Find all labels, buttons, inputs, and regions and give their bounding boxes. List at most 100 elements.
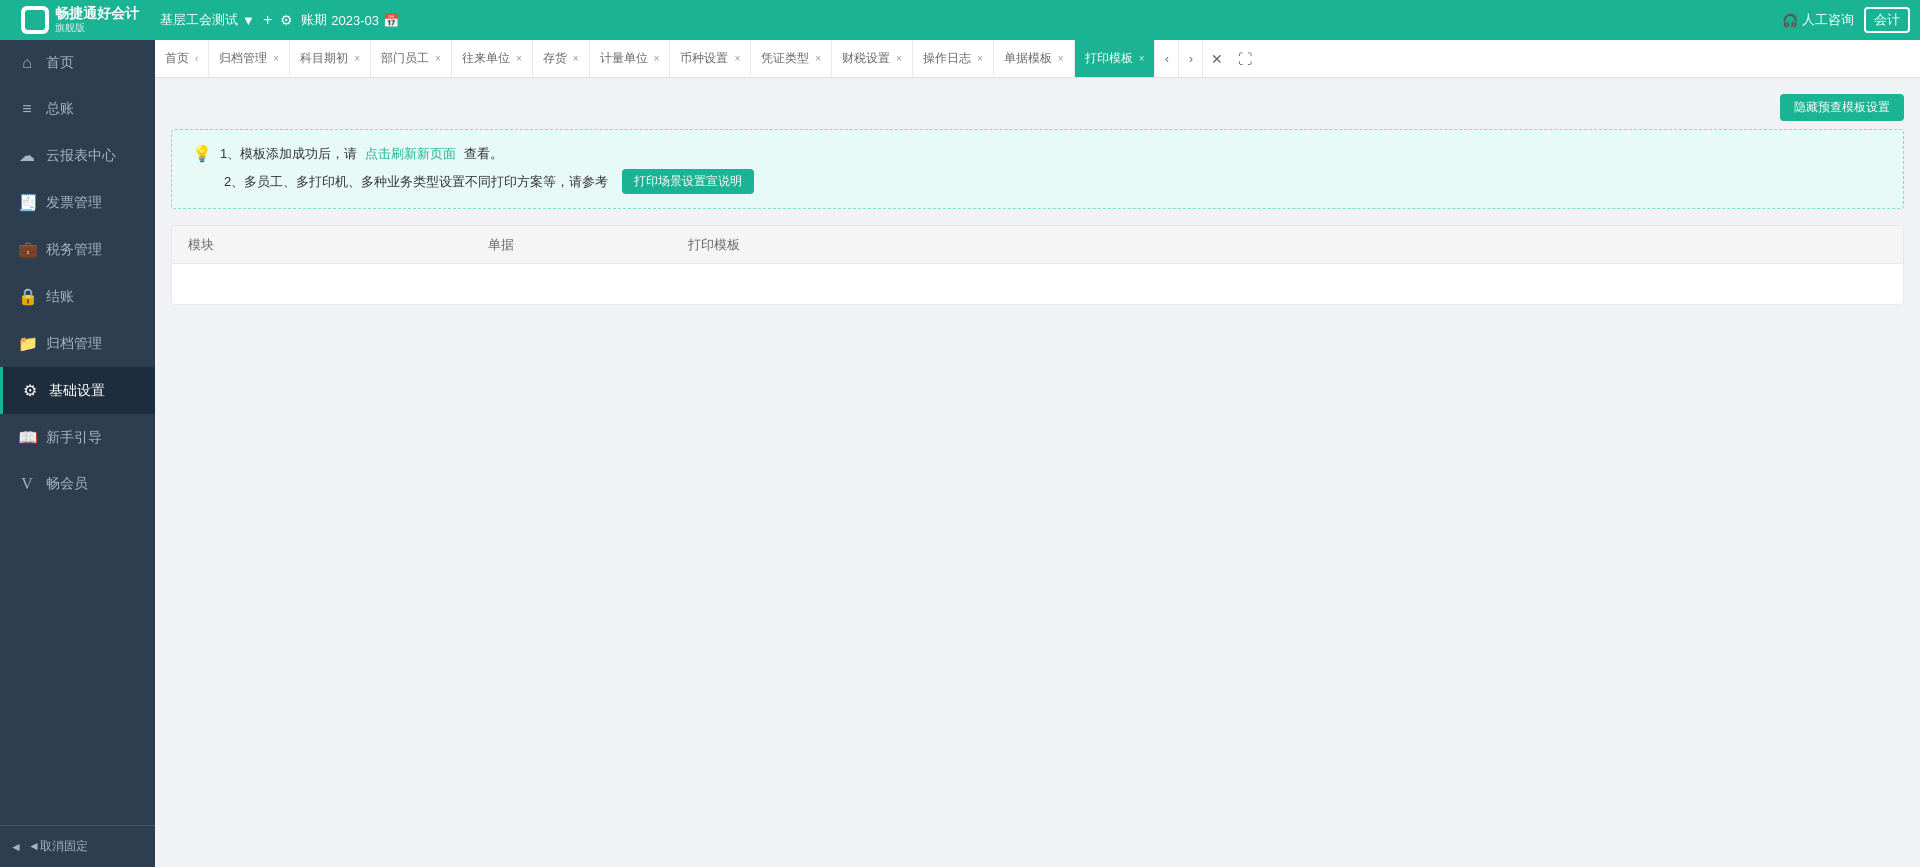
tab-archive-label: 归档管理 — [219, 50, 267, 67]
tab-tax-settings-label: 财税设置 — [842, 50, 890, 67]
archive-icon: 📁 — [18, 334, 36, 353]
sidebar-item-guide[interactable]: 📖 新手引导 — [0, 414, 155, 461]
tab-home[interactable]: 首页 ‹ — [155, 40, 209, 77]
tab-vendor[interactable]: 往来单位 × — [452, 40, 533, 77]
tab-print-template-label: 打印模板 — [1085, 50, 1133, 67]
th-module: 模块 — [172, 236, 472, 254]
sidebar-item-label: 结账 — [46, 288, 74, 306]
settings-icon[interactable]: ⚙ — [280, 12, 293, 28]
sidebar-item-label: 发票管理 — [46, 194, 102, 212]
invoice-icon: 🧾 — [18, 193, 36, 212]
content-area: 首页 ‹ 归档管理 × 科目期初 × 部门员工 × 往来单位 × 存货 × — [155, 40, 1920, 867]
tab-close-all-btn[interactable]: ✕ — [1203, 40, 1231, 77]
add-tab-btn[interactable]: + — [263, 11, 272, 29]
tab-department-label: 部门员工 — [381, 50, 429, 67]
account-button[interactable]: 会计 — [1864, 7, 1910, 33]
tab-currency[interactable]: 币种设置 × — [670, 40, 751, 77]
top-bar-center: 基层工会测试 ▼ + ⚙ 账期 2023-03 📅 — [150, 11, 1782, 29]
tab-archive[interactable]: 归档管理 × — [209, 40, 290, 77]
sidebar-item-home[interactable]: ⌂ 首页 — [0, 40, 155, 86]
th-print-template: 打印模板 — [672, 236, 1903, 254]
data-table: 模块 单据 打印模板 — [171, 225, 1904, 305]
settings-icon: ⚙ — [21, 381, 39, 400]
tab-subject-close[interactable]: × — [354, 53, 360, 64]
period-info: 账期 2023-03 📅 — [301, 11, 399, 29]
app-title: 畅捷通好会计 — [55, 5, 139, 22]
tab-voucher-close[interactable]: × — [815, 53, 821, 64]
sidebar-item-closing[interactable]: 🔒 结账 — [0, 273, 155, 320]
tab-voucher-type-label: 凭证类型 — [761, 50, 809, 67]
sidebar-item-tax[interactable]: 💼 税务管理 — [0, 226, 155, 273]
logo-area: 畅捷通好会计 旗舰版 — [10, 5, 150, 36]
sidebar-item-report[interactable]: ☁ 云报表中心 — [0, 132, 155, 179]
sidebar-item-label: 总账 — [46, 100, 74, 118]
lock-icon: 🔒 — [18, 287, 36, 306]
sidebar-item-settings[interactable]: ⚙ 基础设置 — [0, 367, 155, 414]
company-selector[interactable]: 基层工会测试 ▼ — [160, 11, 255, 29]
tax-icon: 💼 — [18, 240, 36, 259]
dropdown-icon: ▼ — [242, 13, 255, 28]
tab-operation-log-label: 操作日志 — [923, 50, 971, 67]
human-service-btn[interactable]: 🎧 人工咨询 — [1782, 11, 1854, 29]
tab-receipt-template[interactable]: 单据模板 × — [994, 40, 1075, 77]
notice-row-2: 2、多员工、多打印机、多种业务类型设置不同打印方案等，请参考 打印场景设置宣说明 — [192, 169, 1883, 194]
tab-print-close[interactable]: × — [1139, 53, 1145, 64]
tab-subject[interactable]: 科目期初 × — [290, 40, 371, 77]
tab-print-template[interactable]: 打印模板 × — [1075, 40, 1156, 77]
home-icon: ⌂ — [18, 54, 36, 72]
top-right: 🎧 人工咨询 会计 — [1782, 7, 1910, 33]
th-receipt: 单据 — [472, 236, 672, 254]
tab-prev-btn[interactable]: ‹ — [1155, 40, 1179, 77]
period-label: 账期 — [301, 11, 327, 29]
page-content: 隐藏预查模板设置 💡 1、模板添加成功后，请 点击刷新新页面 查看。 2、多员工… — [155, 78, 1920, 867]
tab-tax-settings[interactable]: 财税设置 × — [832, 40, 913, 77]
app-subtitle: 旗舰版 — [55, 21, 139, 35]
guide-icon: 📖 — [18, 428, 36, 447]
company-name: 基层工会测试 — [160, 11, 238, 29]
tab-archive-close[interactable]: × — [273, 53, 279, 64]
sidebar-item-archive[interactable]: 📁 归档管理 — [0, 320, 155, 367]
print-scene-settings-btn[interactable]: 打印场景设置宣说明 — [622, 169, 754, 194]
tab-unit-close[interactable]: × — [654, 53, 660, 64]
tab-bar: 首页 ‹ 归档管理 × 科目期初 × 部门员工 × 往来单位 × 存货 × — [155, 40, 1920, 78]
sidebar-unpin-btn[interactable]: ◄ ◄取消固定 — [0, 825, 155, 867]
tab-inventory[interactable]: 存货 × — [533, 40, 590, 77]
tab-voucher-type[interactable]: 凭证类型 × — [751, 40, 832, 77]
notice-refresh-link[interactable]: 点击刷新新页面 — [365, 145, 456, 163]
tab-inventory-close[interactable]: × — [573, 53, 579, 64]
ledger-icon: ≡ — [18, 100, 36, 118]
tab-currency-close[interactable]: × — [734, 53, 740, 64]
tab-vendor-close[interactable]: × — [516, 53, 522, 64]
calendar-icon[interactable]: 📅 — [383, 13, 399, 28]
tab-expand-btn[interactable]: ⛶ — [1231, 40, 1259, 77]
member-icon: V — [18, 475, 36, 493]
human-service-label: 人工咨询 — [1802, 11, 1854, 29]
notice-line1-prefix: 1、模板添加成功后，请 — [220, 145, 357, 163]
sidebar-item-label: 首页 — [46, 54, 74, 72]
tab-log-close[interactable]: × — [977, 53, 983, 64]
tab-inventory-label: 存货 — [543, 50, 567, 67]
tab-vendor-label: 往来单位 — [462, 50, 510, 67]
tab-department[interactable]: 部门员工 × — [371, 40, 452, 77]
tab-home-label: 首页 — [165, 50, 189, 67]
notice-box: 💡 1、模板添加成功后，请 点击刷新新页面 查看。 2、多员工、多打印机、多种业… — [171, 129, 1904, 209]
tab-department-close[interactable]: × — [435, 53, 441, 64]
tab-operation-log[interactable]: 操作日志 × — [913, 40, 994, 77]
sidebar-item-ledger[interactable]: ≡ 总账 — [0, 86, 155, 132]
main-layout: ⌂ 首页 ≡ 总账 ☁ 云报表中心 🧾 发票管理 💼 税务管理 🔒 结账 📁 归… — [0, 40, 1920, 867]
period-value: 2023-03 — [331, 13, 379, 28]
sidebar-item-invoice[interactable]: 🧾 发票管理 — [0, 179, 155, 226]
sidebar-item-member[interactable]: V 畅会员 — [0, 461, 155, 507]
tab-home-nav[interactable]: ‹ — [195, 53, 198, 64]
tab-unit[interactable]: 计量单位 × — [590, 40, 671, 77]
tab-receipt-close[interactable]: × — [1058, 53, 1064, 64]
headset-icon: 🎧 — [1782, 13, 1798, 28]
sidebar-item-label: 归档管理 — [46, 335, 102, 353]
hide-preview-btn[interactable]: 隐藏预查模板设置 — [1780, 94, 1904, 121]
table-body-empty — [172, 264, 1903, 304]
sidebar-item-label: 云报表中心 — [46, 147, 116, 165]
notice-row-1: 💡 1、模板添加成功后，请 点击刷新新页面 查看。 — [192, 144, 1883, 163]
tab-next-btn[interactable]: › — [1179, 40, 1203, 77]
notice-line2-prefix: 2、多员工、多打印机、多种业务类型设置不同打印方案等，请参考 — [224, 173, 608, 191]
tab-tax-close[interactable]: × — [896, 53, 902, 64]
